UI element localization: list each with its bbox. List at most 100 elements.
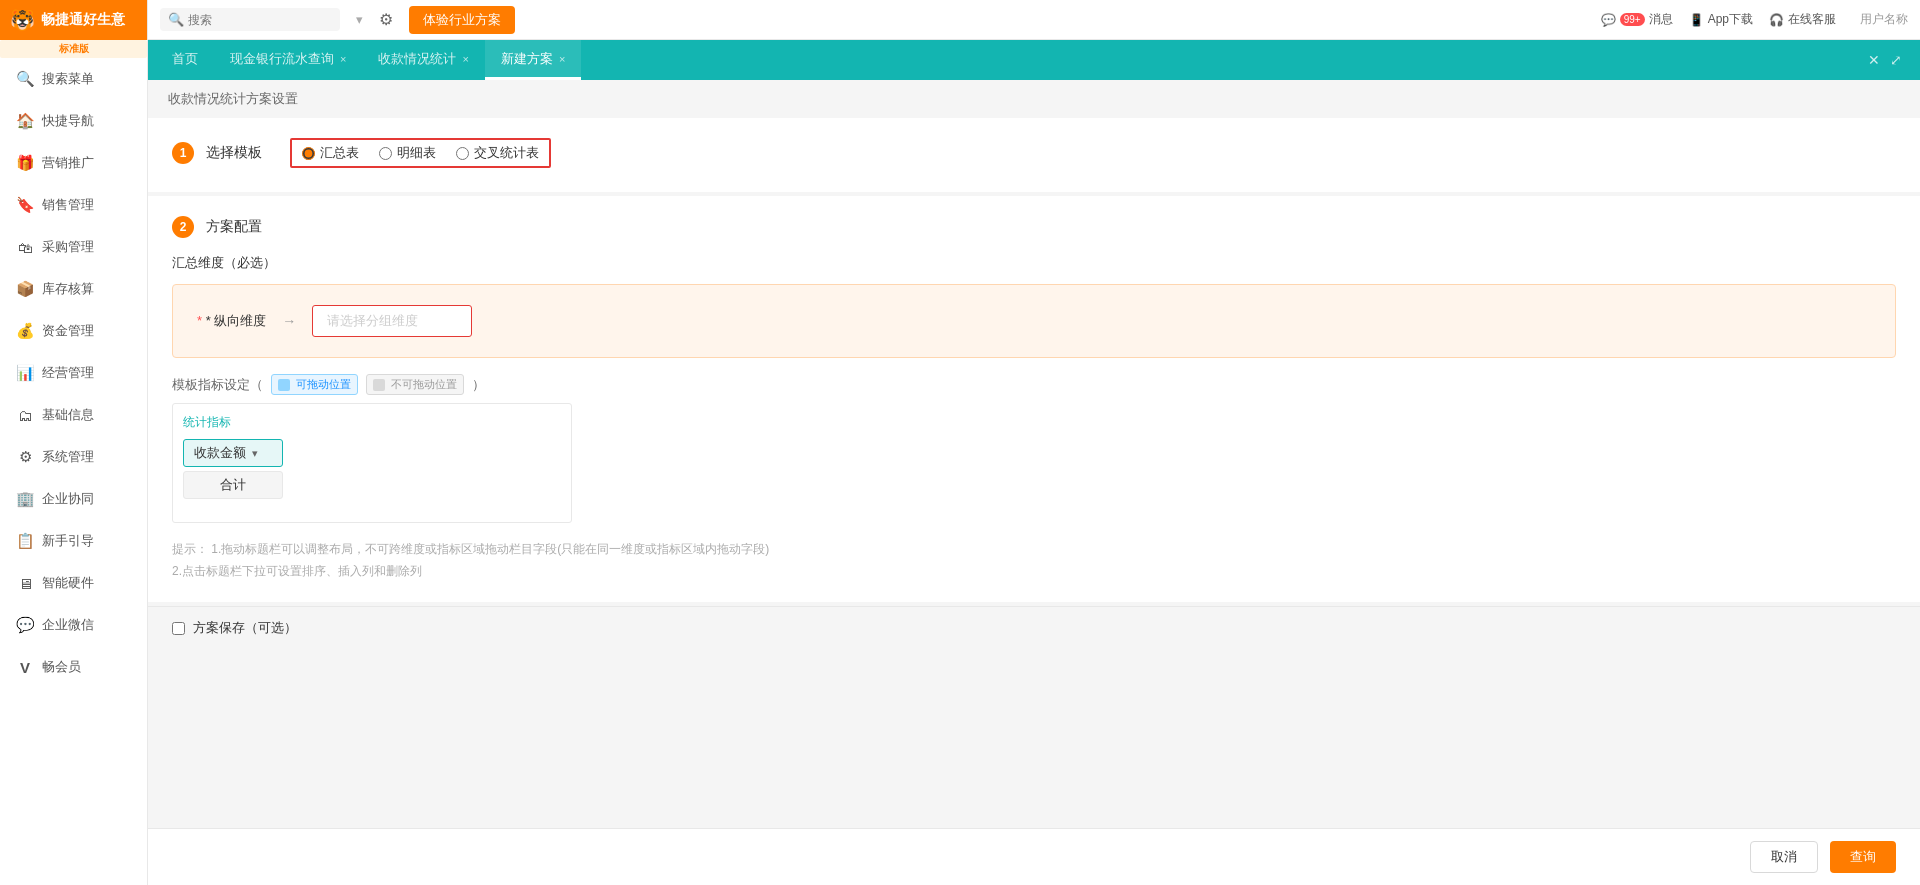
sidebar-item-wechat[interactable]: 💬 企业微信: [0, 604, 147, 646]
sidebar-item-purchase[interactable]: 🛍 采购管理: [0, 226, 147, 268]
sidebar-item-basics[interactable]: 🗂 基础信息: [0, 394, 147, 436]
chevron-down-icon-tag: ▾: [252, 447, 258, 460]
arrow-icon: →: [282, 313, 296, 329]
settings-icon: ⚙: [16, 448, 34, 466]
message-icon: 💬: [1601, 13, 1616, 27]
sidebar-item-operations-label: 经营管理: [42, 364, 94, 382]
tip-2: 2.点击标题栏下拉可设置排序、插入列和删除列: [172, 561, 1896, 583]
template-options-box: 汇总表 明细表 交叉统计表: [290, 138, 551, 168]
radio-cross-input[interactable]: [456, 147, 469, 160]
step1-label: 选择模板: [206, 144, 262, 162]
sidebar-item-operations[interactable]: 📊 经营管理: [0, 352, 147, 394]
dimension-area: * * 纵向维度 → 请选择分组维度: [172, 284, 1896, 358]
radio-summary-input[interactable]: [302, 147, 315, 160]
close-icon[interactable]: ✕: [1868, 52, 1880, 68]
tab-newplan-close[interactable]: ×: [559, 53, 565, 65]
tab-cashbank-label: 现金银行流水查询: [230, 50, 334, 68]
dimension-select-placeholder: 请选择分组维度: [327, 312, 418, 330]
sidebar-item-sales[interactable]: 🔖 销售管理: [0, 184, 147, 226]
indicator-header: 模板指标设定（ 可拖动位置 不可拖动位置 ）: [172, 374, 1896, 395]
money-icon: 💰: [16, 322, 34, 340]
step2-label: 方案配置: [206, 218, 262, 236]
indicator-settings-label: 模板指标设定（: [172, 376, 263, 394]
radio-detail[interactable]: 明细表: [379, 144, 436, 162]
breadcrumb-text: 收款情况统计方案设置: [168, 91, 298, 106]
sidebar-item-inventory-label: 库存核算: [42, 280, 94, 298]
tab-receipts-close[interactable]: ×: [462, 53, 468, 65]
download-btn[interactable]: 📱 App下载: [1689, 11, 1753, 28]
stat-subtag: 合计: [183, 471, 283, 499]
headphone-icon: 🎧: [1769, 13, 1784, 27]
tab-home-label: 首页: [172, 50, 198, 68]
sidebar-item-system[interactable]: ⚙ 系统管理: [0, 436, 147, 478]
required-star: *: [197, 313, 202, 328]
step2-num: 2: [172, 216, 194, 238]
search-input[interactable]: [188, 13, 308, 27]
step1-num: 1: [172, 142, 194, 164]
sidebar-item-member-label: 畅会员: [42, 658, 81, 676]
search-icon-top: 🔍: [168, 12, 184, 27]
chevron-down-icon: ▾: [356, 12, 363, 27]
sidebar-item-guide[interactable]: 📋 新手引导: [0, 520, 147, 562]
save-label: 方案保存（可选）: [193, 619, 297, 637]
page-content: 收款情况统计方案设置 1 选择模板 汇总表 明细表: [148, 80, 1920, 828]
sidebar-item-marketing[interactable]: 🎁 营销推广: [0, 142, 147, 184]
radio-cross[interactable]: 交叉统计表: [456, 144, 539, 162]
files-icon: 🗂: [16, 407, 34, 424]
stat-indicator-area: 统计指标 收款金额 ▾ 合计: [172, 403, 572, 523]
sidebar-item-enterprise[interactable]: 🏢 企业协同: [0, 478, 147, 520]
radio-detail-label: 明细表: [397, 144, 436, 162]
tab-home[interactable]: 首页: [156, 40, 214, 80]
breadcrumb: 收款情况统计方案设置: [148, 80, 1920, 118]
sidebar-item-finance[interactable]: 💰 资金管理: [0, 310, 147, 352]
tab-receipts[interactable]: 收款情况统计 ×: [362, 40, 484, 80]
step1-row: 1 选择模板 汇总表 明细表 交叉统计表: [172, 138, 1896, 168]
tag-icon: 🔖: [16, 196, 34, 214]
sidebar-logo: 🐯 畅捷通好生意: [0, 0, 147, 40]
tab-newplan[interactable]: 新建方案 ×: [485, 40, 581, 80]
sidebar-item-purchase-label: 采购管理: [42, 238, 94, 256]
main-area: 🔍 ▾ ⚙ 体验行业方案 💬 99+ 消息 📱 App下载 🎧 在线客服 用户名…: [148, 0, 1920, 885]
sidebar-logo-text: 畅捷通好生意: [41, 11, 125, 29]
maximize-icon[interactable]: ⤢: [1890, 52, 1902, 68]
sidebar-badge: 标准版: [0, 40, 147, 58]
window-controls: ✕ ⤢: [1858, 40, 1912, 80]
sidebar-item-enterprise-label: 企业协同: [42, 490, 94, 508]
save-row: 方案保存（可选）: [148, 606, 1920, 649]
hardware-icon: 🖥: [16, 575, 34, 592]
guide-icon: 📋: [16, 532, 34, 550]
tab-cashbank[interactable]: 现金银行流水查询 ×: [214, 40, 362, 80]
sidebar-item-member[interactable]: V 畅会员: [0, 646, 147, 688]
chart-icon: 📊: [16, 364, 34, 382]
drag-badge: 可拖动位置: [271, 374, 358, 395]
radio-detail-input[interactable]: [379, 147, 392, 160]
query-button[interactable]: 查询: [1830, 841, 1896, 873]
dimension-select[interactable]: 请选择分组维度: [312, 305, 472, 337]
sidebar-item-finance-label: 资金管理: [42, 322, 94, 340]
radio-summary[interactable]: 汇总表: [302, 144, 359, 162]
save-checkbox[interactable]: [172, 622, 185, 635]
sidebar-item-marketing-label: 营销推广: [42, 154, 94, 172]
sidebar-item-nav[interactable]: 🏠 快捷导航: [0, 100, 147, 142]
bottom-bar: 取消 查询: [148, 828, 1920, 885]
step2-row: 2 方案配置: [172, 216, 1896, 238]
notification-btn[interactable]: 💬 99+ 消息: [1601, 11, 1673, 28]
sidebar-item-search-label: 搜索菜单: [42, 70, 94, 88]
cancel-button[interactable]: 取消: [1750, 841, 1818, 873]
radio-cross-label: 交叉统计表: [474, 144, 539, 162]
sidebar-item-hardware[interactable]: 🖥 智能硬件: [0, 562, 147, 604]
tab-cashbank-close[interactable]: ×: [340, 53, 346, 65]
industry-btn[interactable]: 体验行业方案: [409, 6, 515, 34]
sidebar-item-search[interactable]: 🔍 搜索菜单: [0, 58, 147, 100]
sidebar-item-basics-label: 基础信息: [42, 406, 94, 424]
service-btn[interactable]: 🎧 在线客服: [1769, 11, 1836, 28]
tabs-bar: 首页 现金银行流水查询 × 收款情况统计 × 新建方案 × ✕ ⤢: [148, 40, 1920, 80]
vertical-dimension-label: * * 纵向维度: [197, 312, 266, 330]
service-label: 在线客服: [1788, 11, 1836, 28]
step2-section: 2 方案配置 汇总维度（必选） * * 纵向维度 → 请选择分组维度: [148, 196, 1920, 602]
search-box[interactable]: 🔍: [160, 8, 340, 31]
stat-tag-amount[interactable]: 收款金额 ▾: [183, 439, 283, 467]
sidebar-item-inventory[interactable]: 📦 库存核算: [0, 268, 147, 310]
gear-icon[interactable]: ⚙: [379, 10, 393, 29]
stat-tag-label: 收款金额: [194, 444, 246, 462]
